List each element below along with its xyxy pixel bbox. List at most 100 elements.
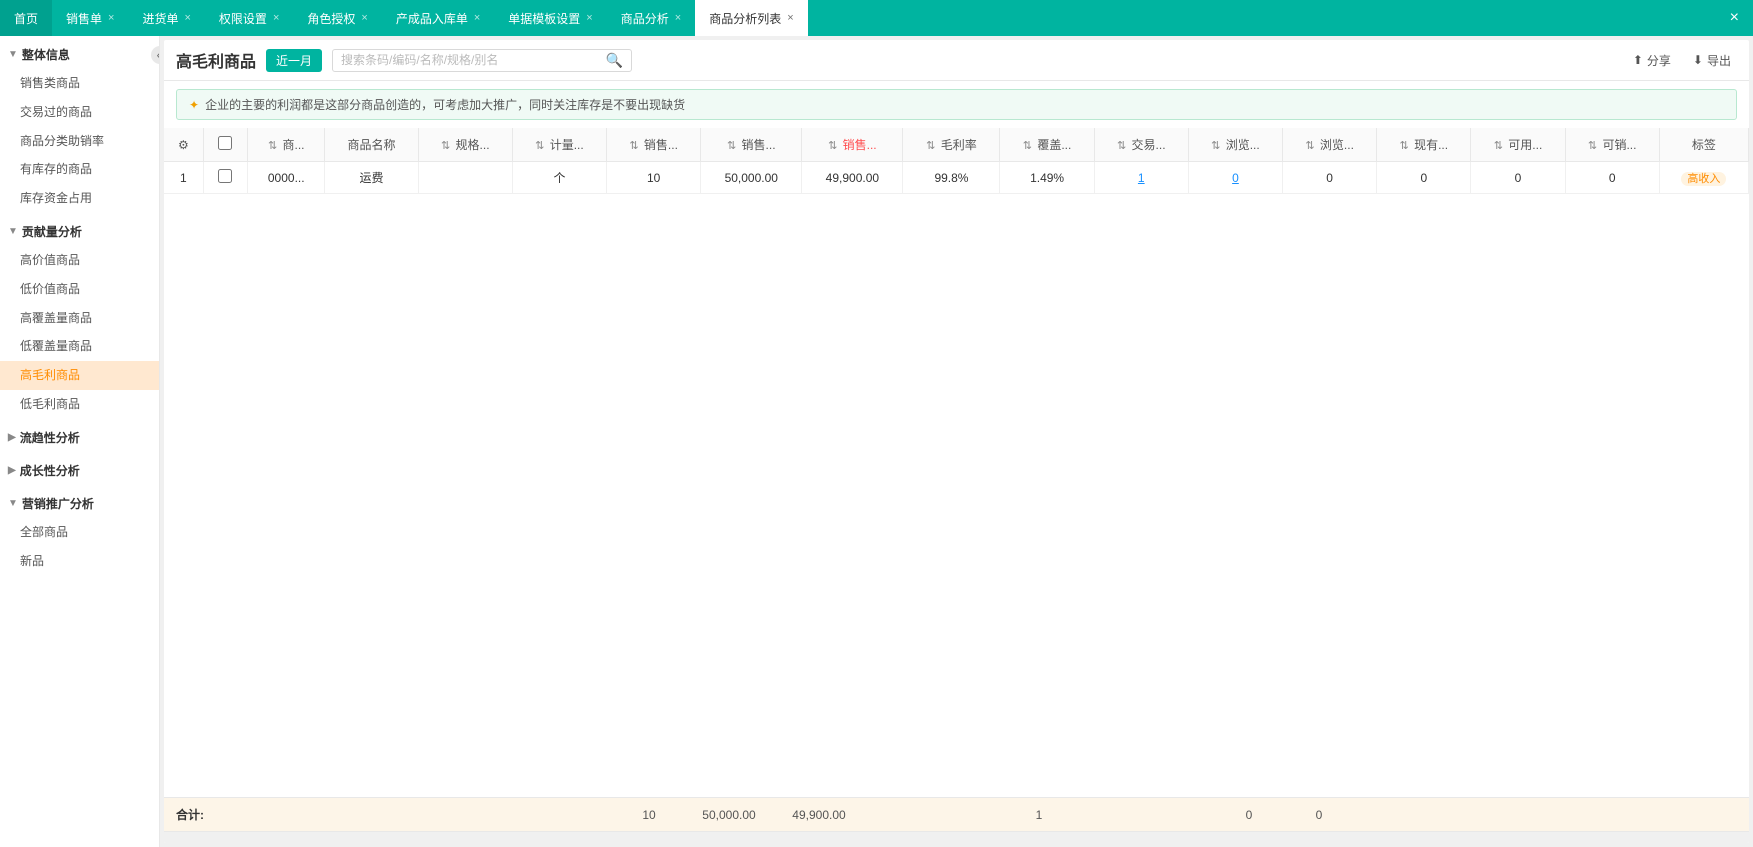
cell-coverage: 1.49% bbox=[1000, 162, 1094, 194]
col-browse2[interactable]: ⇅ 浏览... bbox=[1283, 128, 1377, 162]
footer-available: 0 bbox=[1284, 808, 1354, 822]
col-stock[interactable]: ⇅ 现有... bbox=[1377, 128, 1471, 162]
settings-icon[interactable]: ⚙ bbox=[178, 138, 189, 152]
nav-sales-order[interactable]: 销售单 × bbox=[52, 0, 128, 36]
sidebar-item-traded-goods[interactable]: 交易过的商品 bbox=[0, 98, 159, 127]
table-body: 10000...运费个1050,000.0049,900.0099.8%1.49… bbox=[164, 162, 1749, 194]
row-checkbox[interactable] bbox=[218, 169, 232, 183]
close-product-warehousing[interactable]: × bbox=[474, 12, 480, 24]
sort-icon-13: ⇅ bbox=[1494, 140, 1503, 152]
col-sales-profit[interactable]: ⇅ 销售... bbox=[802, 128, 903, 162]
share-icon: ⬆ bbox=[1633, 53, 1643, 67]
sidebar-item-new-goods[interactable]: 新品 bbox=[0, 547, 159, 576]
close-role-auth[interactable]: × bbox=[361, 12, 367, 24]
export-icon: ⬇ bbox=[1693, 53, 1703, 67]
search-icon[interactable]: 🔍 bbox=[606, 52, 623, 69]
close-template-settings[interactable]: × bbox=[586, 12, 592, 24]
col-sales-qty[interactable]: ⇅ 销售... bbox=[607, 128, 701, 162]
nav-home[interactable]: 首页 bbox=[0, 0, 52, 36]
cell-browse1[interactable]: 0 bbox=[1188, 162, 1282, 194]
search-input[interactable] bbox=[341, 53, 602, 67]
col-spec[interactable]: ⇅ 规格... bbox=[418, 128, 512, 162]
cell-trade[interactable]: 1 bbox=[1094, 162, 1188, 194]
info-icon: ✦ bbox=[189, 98, 199, 112]
col-available[interactable]: ⇅ 可用... bbox=[1471, 128, 1565, 162]
cell-gross-rate: 99.8% bbox=[903, 162, 1000, 194]
export-button[interactable]: ⬇ 导出 bbox=[1687, 49, 1737, 72]
sidebar-item-high-coverage[interactable]: 高覆盖量商品 bbox=[0, 304, 159, 333]
table-footer: 合计: 10 50,000.00 49,900.00 bbox=[164, 797, 1749, 831]
sidebar-group-growth: ▶ 成长性分析 bbox=[0, 456, 159, 485]
close-purchase-order[interactable]: × bbox=[184, 12, 190, 24]
page-title: 高毛利商品 bbox=[176, 48, 256, 72]
footer-sales-amount: 50,000.00 bbox=[684, 808, 774, 822]
sort-icon-6: ⇅ bbox=[828, 140, 837, 152]
window-close-button[interactable]: × bbox=[1716, 9, 1753, 27]
sidebar-group-contribution: ▼ 贡献量分析 高价值商品 低价值商品 高覆盖量商品 低覆盖量商品 高毛利商品 … bbox=[0, 217, 159, 419]
nav-product-warehousing[interactable]: 产成品入库单 × bbox=[382, 0, 494, 36]
col-gross-rate[interactable]: ⇅ 毛利率 bbox=[903, 128, 1000, 162]
share-button[interactable]: ⬆ 分享 bbox=[1627, 49, 1677, 72]
col-unit[interactable]: ⇅ 计量... bbox=[512, 128, 606, 162]
select-all-checkbox[interactable] bbox=[218, 136, 232, 150]
horizontal-scrollbar[interactable] bbox=[164, 831, 1749, 843]
close-sales-order[interactable]: × bbox=[108, 12, 114, 24]
nav-product-analysis[interactable]: 商品分析 × bbox=[607, 0, 695, 36]
nav-role-auth[interactable]: 角色授权 × bbox=[293, 0, 381, 36]
sidebar-group-trend: ▶ 流趋性分析 bbox=[0, 423, 159, 452]
table-header-row: ⚙ ⇅ 商... 商品名称 ⇅ bbox=[164, 128, 1749, 162]
main-layout: « ▼ 整体信息 销售类商品 交易过的商品 商品分类助销率 有库存的商品 库存资… bbox=[0, 36, 1753, 847]
sort-icon-11: ⇅ bbox=[1305, 140, 1314, 152]
footer-stock: 0 bbox=[1214, 808, 1284, 822]
cell-sales-qty: 10 bbox=[607, 162, 701, 194]
sidebar-item-category-sales-rate[interactable]: 商品分类助销率 bbox=[0, 127, 159, 156]
sort-icon-2: ⇅ bbox=[441, 140, 450, 152]
sidebar-item-low-margin[interactable]: 低毛利商品 bbox=[0, 390, 159, 419]
sidebar-group-marketing-title[interactable]: ▼ 营销推广分析 bbox=[0, 489, 159, 518]
col-salable[interactable]: ⇅ 可销... bbox=[1565, 128, 1659, 162]
col-name[interactable]: 商品名称 bbox=[325, 128, 418, 162]
sidebar-item-stock-capital[interactable]: 库存资金占用 bbox=[0, 184, 159, 213]
col-seq: ⚙ bbox=[164, 128, 203, 162]
nav-template-settings[interactable]: 单据模板设置 × bbox=[494, 0, 606, 36]
sidebar-item-low-coverage[interactable]: 低覆盖量商品 bbox=[0, 332, 159, 361]
sidebar-group-trend-title[interactable]: ▶ 流趋性分析 bbox=[0, 423, 159, 452]
arrow-down-icon-3: ▼ bbox=[8, 498, 18, 509]
sort-icon-10: ⇅ bbox=[1211, 140, 1220, 152]
col-coverage[interactable]: ⇅ 覆盖... bbox=[1000, 128, 1094, 162]
sidebar-item-high-margin[interactable]: 高毛利商品 bbox=[0, 361, 159, 390]
time-filter-button[interactable]: 近一月 bbox=[266, 49, 322, 72]
sidebar-group-contribution-title[interactable]: ▼ 贡献量分析 bbox=[0, 217, 159, 246]
nav-product-analysis-list[interactable]: 商品分析列表 × bbox=[695, 0, 807, 36]
col-tag: 标签 bbox=[1659, 128, 1748, 162]
cell-unit: 个 bbox=[512, 162, 606, 194]
sidebar-group-growth-title[interactable]: ▶ 成长性分析 bbox=[0, 456, 159, 485]
close-permission-settings[interactable]: × bbox=[273, 12, 279, 24]
cell-code: 0000... bbox=[248, 162, 325, 194]
sidebar-item-in-stock-goods[interactable]: 有库存的商品 bbox=[0, 155, 159, 184]
sidebar-item-low-value[interactable]: 低价值商品 bbox=[0, 275, 159, 304]
nav-purchase-order[interactable]: 进货单 × bbox=[128, 0, 204, 36]
cell-salable: 0 bbox=[1565, 162, 1659, 194]
sidebar-group-overview-title[interactable]: ▼ 整体信息 bbox=[0, 40, 159, 69]
top-navigation: 首页 销售单 × 进货单 × 权限设置 × 角色授权 × 产成品入库单 × 单据… bbox=[0, 0, 1753, 36]
cell-browse2: 0 bbox=[1283, 162, 1377, 194]
sidebar-item-sales-goods[interactable]: 销售类商品 bbox=[0, 69, 159, 98]
col-trade[interactable]: ⇅ 交易... bbox=[1094, 128, 1188, 162]
col-code[interactable]: ⇅ 商... bbox=[248, 128, 325, 162]
cell-checkbox[interactable] bbox=[203, 162, 248, 194]
col-sales-amount[interactable]: ⇅ 销售... bbox=[701, 128, 802, 162]
close-product-analysis-list[interactable]: × bbox=[787, 12, 793, 24]
info-message: 企业的主要的利润都是这部分商品创造的，可考虑加大推广，同时关注库存是不要出现缺货 bbox=[205, 96, 685, 113]
sort-icon-4: ⇅ bbox=[629, 140, 638, 152]
sidebar-item-all-goods[interactable]: 全部商品 bbox=[0, 518, 159, 547]
sort-icon-8: ⇅ bbox=[1023, 140, 1032, 152]
cell-seq: 1 bbox=[164, 162, 203, 194]
close-product-analysis[interactable]: × bbox=[675, 12, 681, 24]
cell-sales-profit: 49,900.00 bbox=[802, 162, 903, 194]
col-browse1[interactable]: ⇅ 浏览... bbox=[1188, 128, 1282, 162]
data-table: ⚙ ⇅ 商... 商品名称 ⇅ bbox=[164, 128, 1749, 194]
sort-icon-12: ⇅ bbox=[1400, 140, 1409, 152]
nav-permission-settings[interactable]: 权限设置 × bbox=[205, 0, 293, 36]
sidebar-item-high-value[interactable]: 高价值商品 bbox=[0, 246, 159, 275]
